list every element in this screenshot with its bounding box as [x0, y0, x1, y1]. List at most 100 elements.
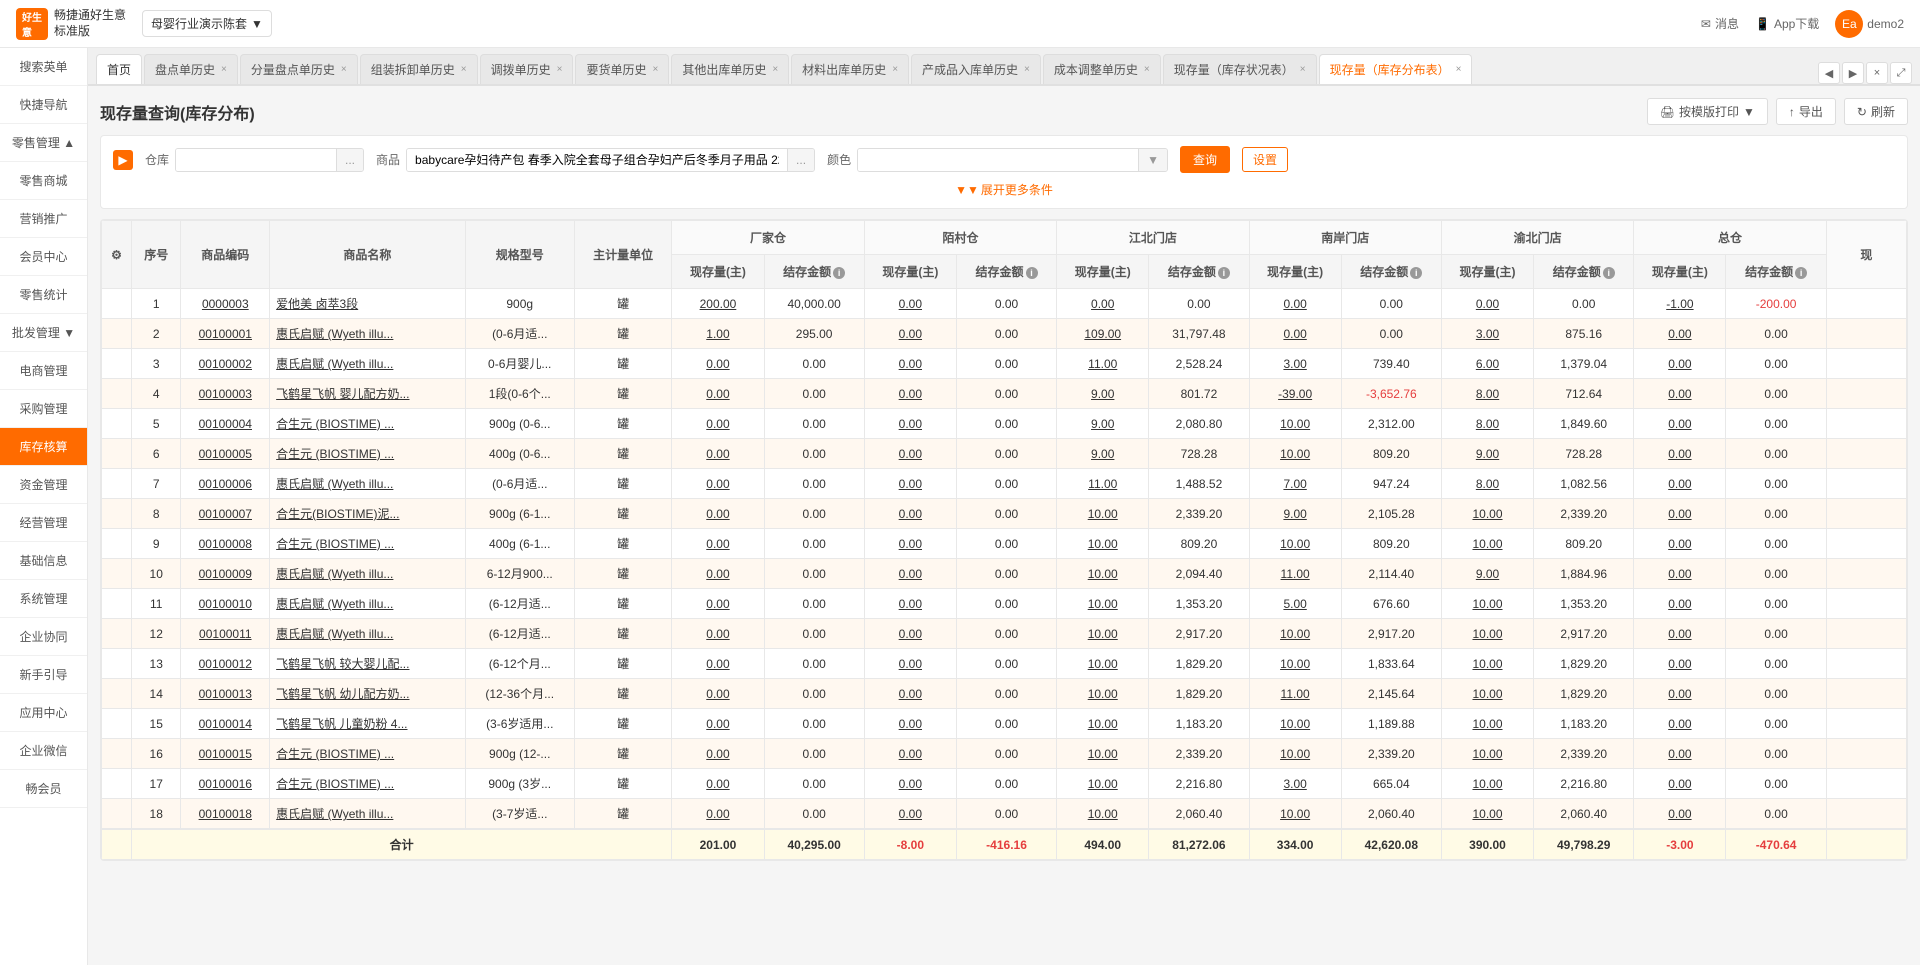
row-jiangbei-qty[interactable]: 9.00 — [1057, 379, 1149, 409]
query-button[interactable]: 查询 — [1180, 146, 1230, 173]
row-code[interactable]: 00100015 — [181, 739, 270, 769]
tab-cost-history[interactable]: 成本调整单历史 × — [1043, 54, 1161, 84]
row-nanan-qty[interactable]: 3.00 — [1249, 349, 1341, 379]
row-code[interactable]: 00100006 — [181, 469, 270, 499]
row-mocun-qty[interactable]: 0.00 — [864, 349, 956, 379]
row-jiangbei-qty[interactable]: 10.00 — [1057, 619, 1149, 649]
sidebar-item-marketing[interactable]: 营销推广 — [0, 200, 87, 238]
sidebar-item-base[interactable]: 基础信息 — [0, 542, 87, 580]
nanan-amt-info[interactable]: i — [1410, 267, 1422, 279]
row-nanan-qty[interactable]: 10.00 — [1249, 799, 1341, 830]
row-mocun-qty[interactable]: 0.00 — [864, 559, 956, 589]
row-nanan-qty[interactable]: 0.00 — [1249, 289, 1341, 319]
export-button[interactable]: ↑ 导出 — [1776, 98, 1836, 125]
row-jiangbei-qty[interactable]: 9.00 — [1057, 409, 1149, 439]
row-total-qty[interactable]: 0.00 — [1634, 319, 1726, 349]
row-mocun-qty[interactable]: 0.00 — [864, 409, 956, 439]
settings-button[interactable]: 设置 — [1242, 147, 1288, 172]
sidebar-item-retail-mgmt[interactable]: 零售管理 ▲ — [0, 124, 87, 162]
row-name[interactable]: 飞鹤星飞帆 较大婴儿配... — [270, 649, 466, 679]
row-yubei-qty[interactable]: 8.00 — [1441, 469, 1533, 499]
row-nanan-qty[interactable]: -39.00 — [1249, 379, 1341, 409]
row-factory-qty[interactable]: 0.00 — [672, 589, 764, 619]
sidebar-item-search[interactable]: 搜索英单 — [0, 48, 87, 86]
row-jiangbei-qty[interactable]: 11.00 — [1057, 349, 1149, 379]
row-nanan-qty[interactable]: 10.00 — [1249, 739, 1341, 769]
tab-close-6[interactable]: × — [772, 64, 778, 75]
print-button[interactable]: 🖨 按模版打印 ▼ — [1647, 98, 1768, 125]
tab-stock-dist[interactable]: 现存量（库存分布表） × — [1319, 54, 1473, 84]
row-name[interactable]: 合生元 (BIOSTIME) ... — [270, 769, 466, 799]
mocun-amt-info[interactable]: i — [1026, 267, 1038, 279]
product-input[interactable] — [407, 149, 787, 171]
row-mocun-qty[interactable]: 0.00 — [864, 319, 956, 349]
row-yubei-qty[interactable]: 10.00 — [1441, 799, 1533, 830]
row-jiangbei-qty[interactable]: 10.00 — [1057, 649, 1149, 679]
row-name[interactable]: 惠氏启赋 (Wyeth illu... — [270, 799, 466, 830]
row-code[interactable]: 00100003 — [181, 379, 270, 409]
row-mocun-qty[interactable]: 0.00 — [864, 679, 956, 709]
row-code[interactable]: 00100010 — [181, 589, 270, 619]
tab-close-2[interactable]: × — [341, 64, 347, 75]
row-total-qty[interactable]: 0.00 — [1634, 679, 1726, 709]
row-nanan-qty[interactable]: 5.00 — [1249, 589, 1341, 619]
tab-outstock-history[interactable]: 其他出库单历史 × — [671, 54, 789, 84]
row-total-qty[interactable]: 0.00 — [1634, 739, 1726, 769]
sidebar-item-guide[interactable]: 新手引导 — [0, 656, 87, 694]
row-jiangbei-qty[interactable]: 10.00 — [1057, 529, 1149, 559]
row-code[interactable]: 00100016 — [181, 769, 270, 799]
row-factory-qty[interactable]: 0.00 — [672, 649, 764, 679]
user-area[interactable]: Ea demo2 — [1835, 10, 1904, 38]
row-factory-qty[interactable]: 0.00 — [672, 499, 764, 529]
tab-close-8[interactable]: × — [1024, 64, 1030, 75]
row-factory-qty[interactable]: 200.00 — [672, 289, 764, 319]
row-nanan-qty[interactable]: 10.00 — [1249, 619, 1341, 649]
sidebar-item-appcenter[interactable]: 应用中心 — [0, 694, 87, 732]
row-yubei-qty[interactable]: 8.00 — [1441, 379, 1533, 409]
row-nanan-qty[interactable]: 10.00 — [1249, 529, 1341, 559]
row-yubei-qty[interactable]: 10.00 — [1441, 649, 1533, 679]
row-total-qty[interactable]: 0.00 — [1634, 469, 1726, 499]
row-code[interactable]: 00100013 — [181, 679, 270, 709]
tab-close-4[interactable]: × — [557, 64, 563, 75]
row-factory-qty[interactable]: 0.00 — [672, 529, 764, 559]
row-mocun-qty[interactable]: 0.00 — [864, 799, 956, 830]
row-mocun-qty[interactable]: 0.00 — [864, 469, 956, 499]
sidebar-item-retail-shop[interactable]: 零售商城 — [0, 162, 87, 200]
tab-home[interactable]: 首页 — [96, 54, 142, 84]
tab-close-7[interactable]: × — [892, 64, 898, 75]
tab-partstock-history[interactable]: 分量盘点单历史 × — [240, 54, 358, 84]
tab-assemble-history[interactable]: 组装拆卸单历史 × — [360, 54, 478, 84]
color-select-btn[interactable]: ▼ — [1138, 149, 1167, 171]
row-jiangbei-qty[interactable]: 11.00 — [1057, 469, 1149, 499]
row-factory-qty[interactable]: 0.00 — [672, 679, 764, 709]
row-code[interactable]: 00100011 — [181, 619, 270, 649]
row-code[interactable]: 00100018 — [181, 799, 270, 830]
row-yubei-qty[interactable]: 6.00 — [1441, 349, 1533, 379]
app-download-btn[interactable]: 📱 App下载 — [1755, 15, 1819, 32]
row-code[interactable]: 00100001 — [181, 319, 270, 349]
row-nanan-qty[interactable]: 10.00 — [1249, 409, 1341, 439]
row-factory-qty[interactable]: 0.00 — [672, 799, 764, 830]
tab-prev-btn[interactable]: ◀ — [1818, 62, 1840, 84]
sidebar-item-quicknav[interactable]: 快捷导航 — [0, 86, 87, 124]
tab-transfer-history[interactable]: 调拨单历史 × — [480, 54, 574, 84]
row-code[interactable]: 00100007 — [181, 499, 270, 529]
row-name[interactable]: 合生元(BIOSTIME)泥... — [270, 499, 466, 529]
row-nanan-qty[interactable]: 3.00 — [1249, 769, 1341, 799]
sidebar-item-inventory[interactable]: 库存核算 — [0, 428, 87, 466]
row-nanan-qty[interactable]: 7.00 — [1249, 469, 1341, 499]
row-jiangbei-qty[interactable]: 0.00 — [1057, 289, 1149, 319]
row-jiangbei-qty[interactable]: 10.00 — [1057, 559, 1149, 589]
row-mocun-qty[interactable]: 0.00 — [864, 379, 956, 409]
row-yubei-qty[interactable]: 9.00 — [1441, 439, 1533, 469]
total-amt-info[interactable]: i — [1795, 267, 1807, 279]
row-total-qty[interactable]: 0.00 — [1634, 439, 1726, 469]
tab-stock-status[interactable]: 现存量（库存状况表） × — [1163, 54, 1317, 84]
row-jiangbei-qty[interactable]: 10.00 — [1057, 799, 1149, 830]
row-code[interactable]: 00100004 — [181, 409, 270, 439]
row-yubei-qty[interactable]: 3.00 — [1441, 319, 1533, 349]
row-mocun-qty[interactable]: 0.00 — [864, 619, 956, 649]
product-select-btn[interactable]: ... — [787, 149, 814, 171]
row-yubei-qty[interactable]: 10.00 — [1441, 769, 1533, 799]
